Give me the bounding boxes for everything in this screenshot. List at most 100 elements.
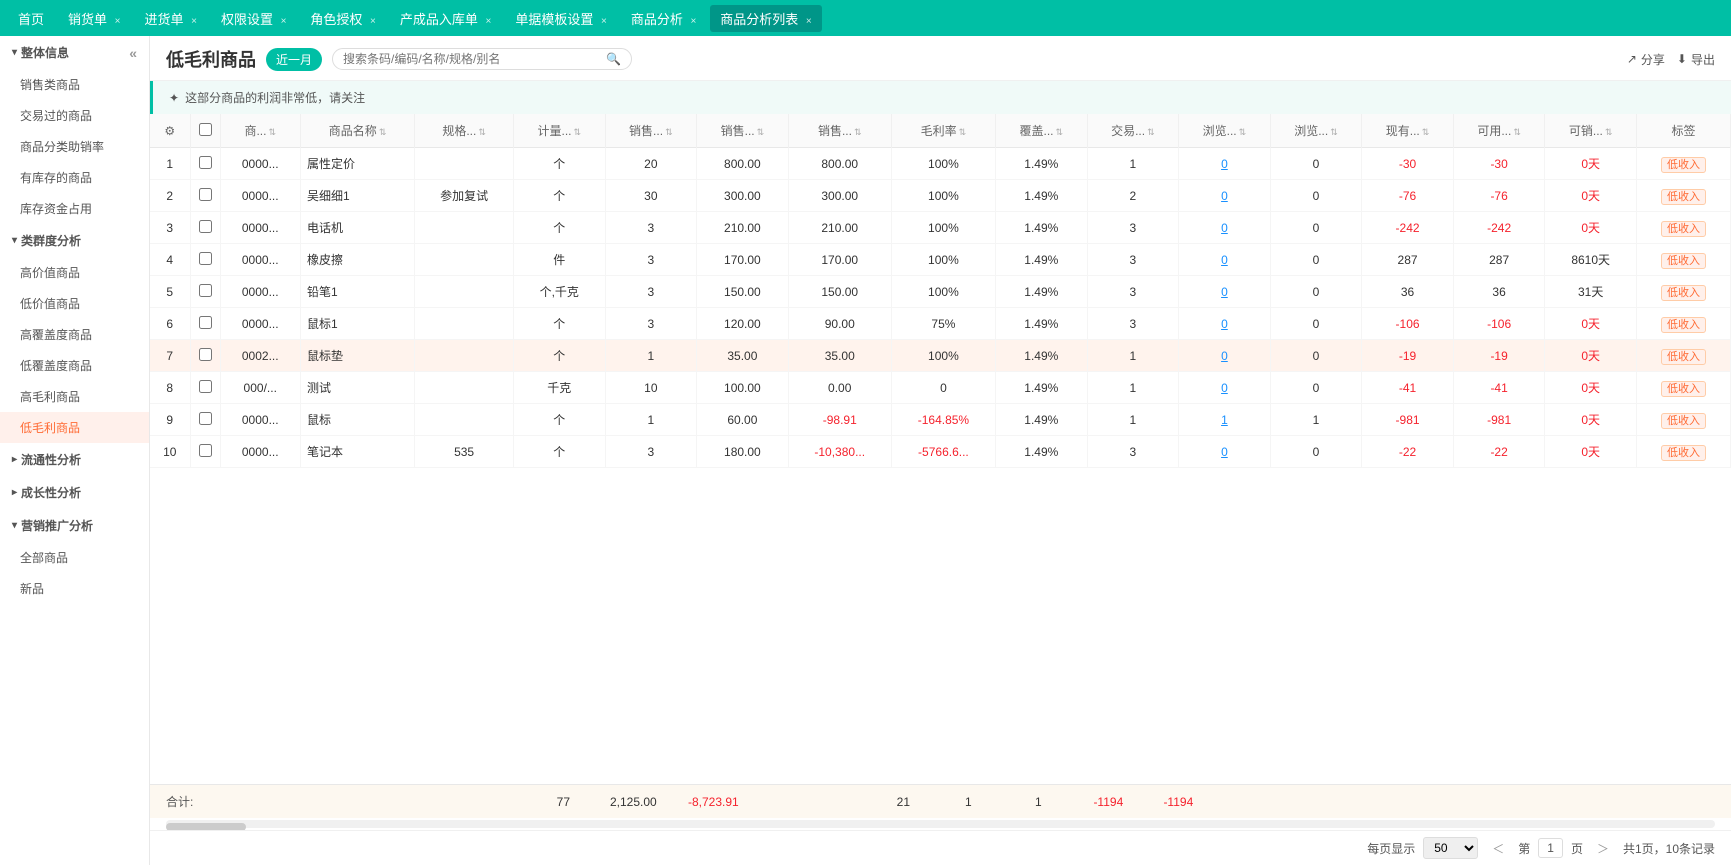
next-page-button[interactable]: ＞ [1591, 838, 1615, 859]
cell-checkbox-5[interactable] [190, 308, 220, 340]
col-current-stock-header[interactable]: 现有...⇅ [1362, 114, 1454, 148]
cell-checkbox-3[interactable] [190, 244, 220, 276]
close-analysis-icon[interactable]: × [690, 16, 696, 27]
cell-name-4[interactable]: 铅笔1 [300, 276, 414, 308]
cell-view1-8[interactable]: 1 [1179, 404, 1271, 436]
col-view1-header[interactable]: 浏览...⇅ [1179, 114, 1271, 148]
cell-view1-2[interactable]: 0 [1179, 212, 1271, 244]
cell-view1-9[interactable]: 0 [1179, 436, 1271, 468]
cell-checkbox-7[interactable] [190, 372, 220, 404]
sidebar-item-high-gross[interactable]: 高毛利商品 [0, 381, 149, 412]
cell-checkbox-8[interactable] [190, 404, 220, 436]
row-checkbox-1[interactable] [199, 188, 212, 201]
cell-name-0[interactable]: 属性定价 [300, 148, 414, 180]
cell-view1-6[interactable]: 0 [1179, 340, 1271, 372]
period-button[interactable]: 近一月 [266, 48, 322, 71]
row-checkbox-4[interactable] [199, 284, 212, 297]
col-tag-header[interactable]: 标签 [1636, 114, 1730, 148]
cell-checkbox-0[interactable] [190, 148, 220, 180]
sidebar-item-high-value[interactable]: 高价值商品 [0, 257, 149, 288]
col-gross-rate-header[interactable]: 毛利率⇅ [891, 114, 995, 148]
search-input[interactable] [343, 52, 600, 66]
row-checkbox-8[interactable] [199, 412, 212, 425]
sidebar-item-new-goods[interactable]: 新品 [0, 573, 149, 604]
col-coverage-header[interactable]: 覆盖...⇅ [996, 114, 1088, 148]
sidebar-item-category-rate[interactable]: 商品分类助销率 [0, 131, 149, 162]
cell-checkbox-2[interactable] [190, 212, 220, 244]
col-sale-profit-header[interactable]: 销售...⇅ [788, 114, 891, 148]
col-unit-header[interactable]: 计量...⇅ [513, 114, 605, 148]
close-product-icon[interactable]: × [486, 16, 492, 27]
share-button[interactable]: ↗ 分享 [1627, 51, 1665, 68]
col-code-header[interactable]: 商...⇅ [220, 114, 300, 148]
col-settings[interactable]: ⚙ [150, 114, 190, 148]
cell-name-6[interactable]: 鼠标垫 [300, 340, 414, 372]
cell-name-1[interactable]: 吴细细1 [300, 180, 414, 212]
checkbox-all[interactable] [199, 123, 212, 136]
sidebar-group-cluster[interactable]: ▾ 类群度分析 [0, 224, 149, 257]
sidebar-item-sales-goods[interactable]: 销售类商品 [0, 69, 149, 100]
settings-icon[interactable]: ⚙ [164, 124, 175, 138]
search-icon[interactable]: 🔍 [606, 52, 621, 66]
nav-item-home[interactable]: 首页 [8, 5, 54, 32]
close-role-icon[interactable]: × [370, 16, 376, 27]
sidebar-item-low-value[interactable]: 低价值商品 [0, 288, 149, 319]
cell-view1-3[interactable]: 0 [1179, 244, 1271, 276]
nav-item-purchase[interactable]: 进货单 × [134, 5, 206, 32]
cell-view1-7[interactable]: 0 [1179, 372, 1271, 404]
per-page-select[interactable]: 50 100 200 [1423, 837, 1478, 859]
sidebar-group-circulation[interactable]: ▸ 流通性分析 [0, 443, 149, 476]
cell-view1-4[interactable]: 0 [1179, 276, 1271, 308]
nav-item-template[interactable]: 单据模板设置 × [505, 5, 616, 32]
sidebar-item-traded-goods[interactable]: 交易过的商品 [0, 100, 149, 131]
row-checkbox-3[interactable] [199, 252, 212, 265]
horizontal-scrollbar[interactable] [166, 820, 1715, 828]
cell-name-8[interactable]: 鼠标 [300, 404, 414, 436]
close-analysis-list-icon[interactable]: × [806, 16, 812, 27]
collapse-overall-icon[interactable]: « [129, 45, 137, 61]
col-saleable-days-header[interactable]: 可销...⇅ [1545, 114, 1637, 148]
close-permission-icon[interactable]: × [281, 16, 287, 27]
cell-checkbox-6[interactable] [190, 340, 220, 372]
row-checkbox-0[interactable] [199, 156, 212, 169]
sidebar-group-overall[interactable]: ▾ 整体信息 « [0, 36, 149, 69]
nav-item-sales[interactable]: 销货单 × [58, 5, 130, 32]
col-sale-count-header[interactable]: 销售...⇅ [605, 114, 697, 148]
col-view2-header[interactable]: 浏览...⇅ [1270, 114, 1362, 148]
sidebar-item-high-coverage[interactable]: 高覆盖度商品 [0, 319, 149, 350]
export-button[interactable]: ⬇ 导出 [1677, 51, 1715, 68]
close-purchase-icon[interactable]: × [191, 16, 197, 27]
cell-name-9[interactable]: 笔记本 [300, 436, 414, 468]
cell-name-5[interactable]: 鼠标1 [300, 308, 414, 340]
col-spec-header[interactable]: 规格...⇅ [415, 114, 514, 148]
prev-page-button[interactable]: ＜ [1486, 838, 1510, 859]
row-checkbox-5[interactable] [199, 316, 212, 329]
cell-view1-5[interactable]: 0 [1179, 308, 1271, 340]
row-checkbox-7[interactable] [199, 380, 212, 393]
sidebar-group-growth[interactable]: ▸ 成长性分析 [0, 476, 149, 509]
cell-view1-0[interactable]: 0 [1179, 148, 1271, 180]
cell-name-7[interactable]: 测试 [300, 372, 414, 404]
nav-item-role[interactable]: 角色授权 × [300, 5, 385, 32]
cell-name-2[interactable]: 电话机 [300, 212, 414, 244]
col-trade-header[interactable]: 交易...⇅ [1087, 114, 1179, 148]
cell-checkbox-1[interactable] [190, 180, 220, 212]
cell-name-3[interactable]: 橡皮擦 [300, 244, 414, 276]
sidebar-item-low-coverage[interactable]: 低覆盖度商品 [0, 350, 149, 381]
cell-checkbox-9[interactable] [190, 436, 220, 468]
col-checkbox-all[interactable] [190, 114, 220, 148]
cell-checkbox-4[interactable] [190, 276, 220, 308]
col-available-stock-header[interactable]: 可用...⇅ [1453, 114, 1545, 148]
sidebar-item-low-gross[interactable]: 低毛利商品 [0, 412, 149, 443]
close-template-icon[interactable]: × [601, 16, 607, 27]
sidebar-item-stock-capital[interactable]: 库存资金占用 [0, 193, 149, 224]
nav-item-permission[interactable]: 权限设置 × [211, 5, 296, 32]
sidebar-item-all-goods[interactable]: 全部商品 [0, 542, 149, 573]
nav-item-analysis-list[interactable]: 商品分析列表 × [710, 5, 821, 32]
sidebar-item-stock-goods[interactable]: 有库存的商品 [0, 162, 149, 193]
nav-item-product[interactable]: 产成品入库单 × [390, 5, 501, 32]
col-sale-amount-header[interactable]: 销售...⇅ [697, 114, 789, 148]
nav-item-analysis[interactable]: 商品分析 × [621, 5, 706, 32]
row-checkbox-9[interactable] [199, 444, 212, 457]
cell-view1-1[interactable]: 0 [1179, 180, 1271, 212]
